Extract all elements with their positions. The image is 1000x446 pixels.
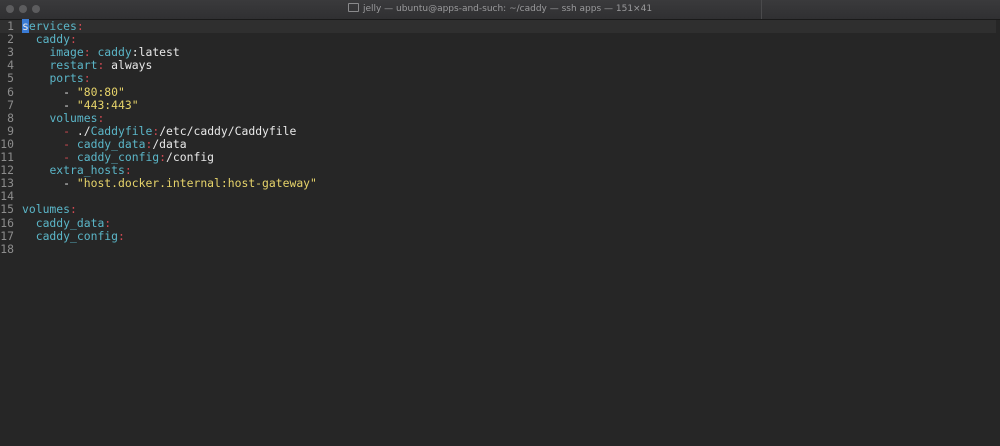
code-token: : [70,32,77,47]
line-number: 9 [7,123,14,138]
line-number: 5 [7,71,14,86]
line-number: 10 [0,136,14,151]
code-token: ports [49,71,84,86]
folder-icon [347,3,359,12]
code-token: - [63,150,77,164]
window-title-container: jelly — ubuntu@apps-and-such: ~/caddy — … [0,3,1000,14]
line-number: 8 [7,110,14,125]
code-token: restart [49,58,98,73]
code-line[interactable]: 11 - caddy_config:/config [0,151,214,164]
code-token: extra_hosts [49,163,125,178]
titlebar-divider [761,0,762,19]
code-token: : [124,163,132,178]
code-token: : [159,150,167,164]
code-token: : [70,202,77,217]
code-token: "host.docker.internal:host-gateway" [76,176,317,191]
line-number: 11 [0,150,14,164]
code-token: caddy [35,32,71,47]
code-token: volumes [22,202,71,217]
code-line[interactable]: 16 caddy_data: [0,215,112,230]
line-number: 12 [0,163,14,178]
code-line[interactable]: 13 - "host.docker.internal:host-gateway" [0,177,317,190]
code-line[interactable]: 12 extra_hosts: [0,163,132,178]
code-token: : [76,19,84,33]
code-token: caddy_config [76,150,160,164]
code-line[interactable]: 14 [0,190,22,203]
text-cursor: s [22,19,29,33]
code-token: : [83,71,91,86]
code-token: - [22,176,77,191]
code-token: "80:80" [76,84,125,99]
code-token: : [104,215,112,230]
code-token: caddy [97,45,132,60]
code-token: : [97,110,105,125]
window-title: jelly — ubuntu@apps-and-such: ~/caddy — … [362,4,653,14]
code-line[interactable]: 18 [0,241,22,256]
code-token: Caddyfile [90,123,153,138]
code-line[interactable]: 3 image: caddy:latest [0,46,180,59]
line-number: 7 [7,97,14,112]
line-number: 3 [7,45,14,60]
code-token: always [111,58,153,73]
code-line[interactable]: 2 caddy: [0,33,77,46]
code-token: :latest [131,45,180,60]
code-token: caddy_config [35,228,119,243]
line-number: 1 [7,19,14,33]
code-line[interactable]: 4 restart: always [0,59,152,72]
title-bar[interactable]: jelly — ubuntu@apps-and-such: ~/caddy — … [0,0,1000,20]
code-token: - [22,97,77,112]
line-number: 15 [0,202,14,217]
code-token: : [83,45,98,60]
terminal-window: jelly — ubuntu@apps-and-such: ~/caddy — … [0,0,1000,446]
line-number: 17 [0,228,14,243]
code-token: /config [166,150,215,164]
code-token: /etc/caddy/Caddyfile [159,123,297,138]
code-line[interactable]: 7 - "443:443" [0,97,139,112]
code-line[interactable]: 1 services: [0,19,84,33]
line-number: 14 [0,189,14,204]
code-token: image [49,45,84,60]
cursor-line-highlight [0,20,996,33]
code-token: "443:443" [76,97,139,112]
code-line[interactable]: 5 ports: [0,71,91,86]
code-token: caddy_data [76,136,146,151]
code-line[interactable]: 15 volumes: [0,203,77,216]
line-number: 6 [7,84,14,99]
code-line[interactable]: 8 volumes: [0,110,105,125]
line-number: 18 [0,241,14,256]
code-token: caddy_data [35,215,105,230]
code-line[interactable]: 10 - caddy_data:/data [0,136,187,151]
code-token: ./ [76,123,91,138]
code-token: ervices [28,19,77,33]
code-token: - [63,136,77,151]
code-token: : [118,228,125,243]
code-token: volumes [49,110,98,125]
code-line[interactable]: 17 caddy_config: [0,228,125,243]
line-number: 16 [0,215,14,230]
code-token: : [97,58,112,73]
code-token: /data [152,136,187,151]
text-editor[interactable]: 1 services: 2 caddy: 3 image: caddy:latest 4… [0,19,1000,446]
line-number: 2 [7,32,14,47]
code-token: - [63,123,77,138]
line-number: 4 [7,58,14,73]
code-token: - [22,84,77,99]
code-line[interactable]: 9 - ./Caddyfile:/etc/caddy/Caddyfile [0,123,297,138]
line-number: 13 [0,176,14,191]
code-line[interactable]: 6 - "80:80" [0,84,125,99]
